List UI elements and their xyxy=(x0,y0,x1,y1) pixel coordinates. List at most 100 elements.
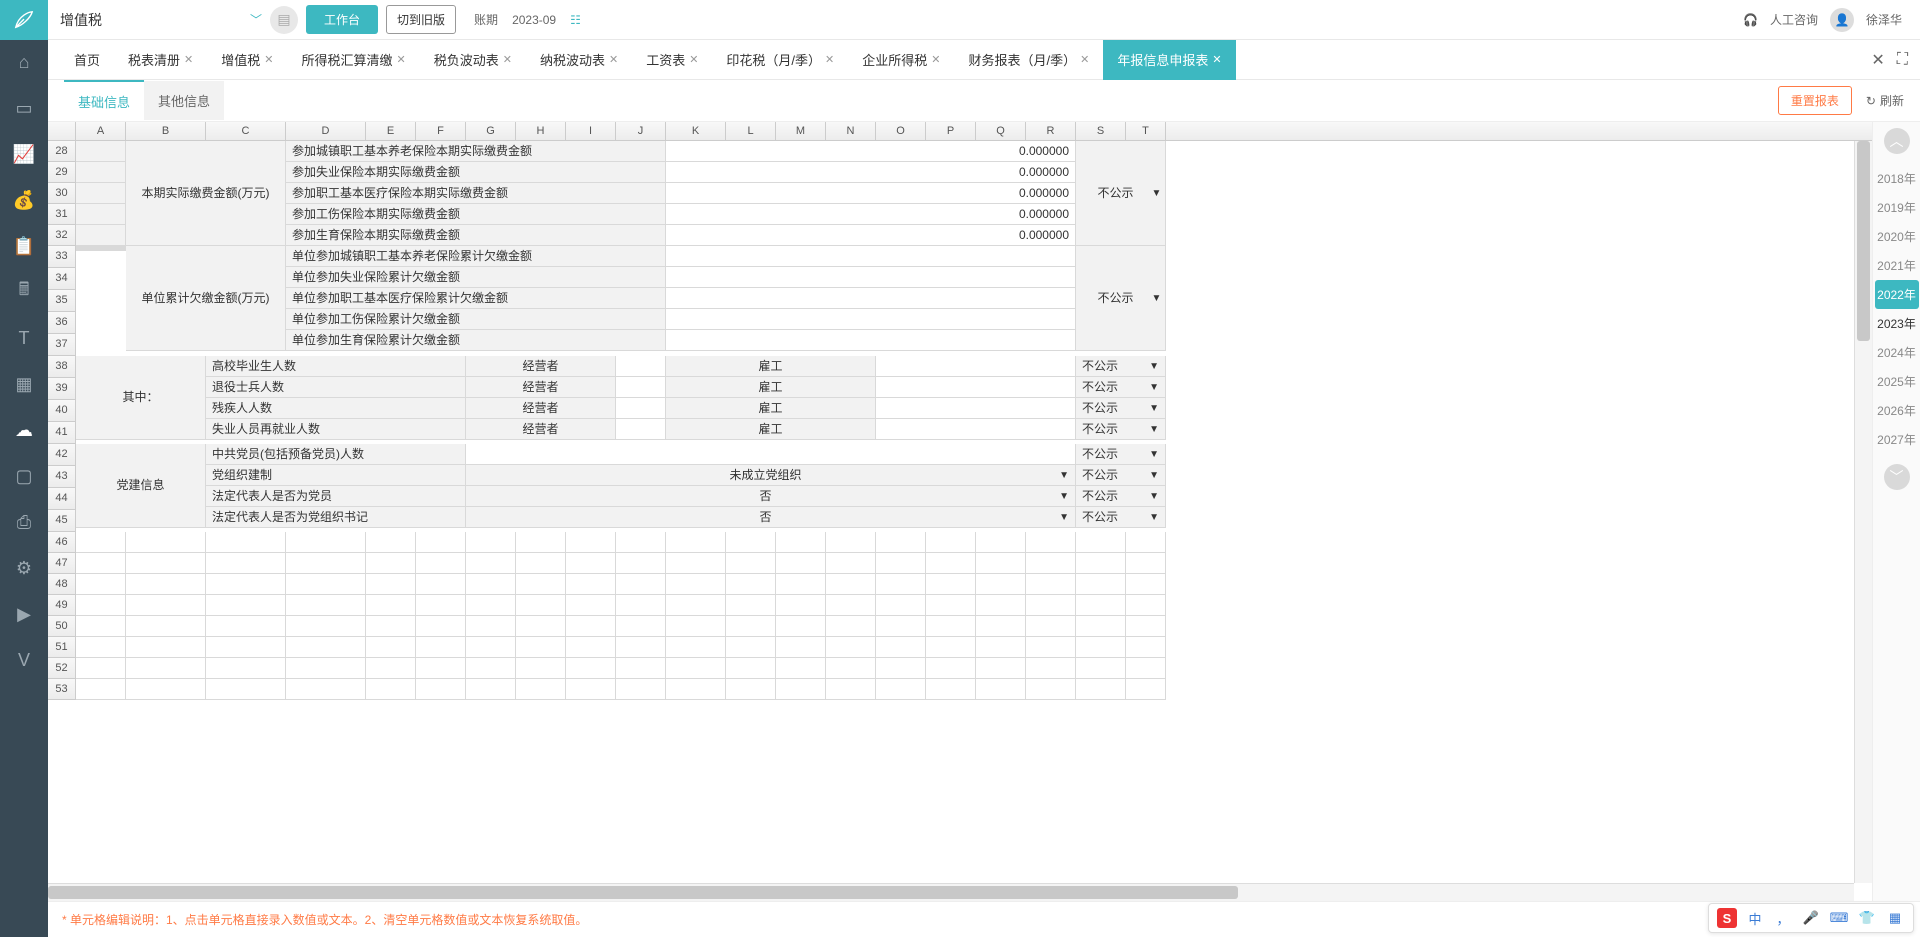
row-header[interactable]: 38 xyxy=(48,356,76,378)
year-2026年[interactable]: 2026年 xyxy=(1875,396,1919,425)
cell[interactable] xyxy=(566,658,616,679)
cell[interactable] xyxy=(1126,616,1166,637)
cell[interactable] xyxy=(366,679,416,700)
cell[interactable] xyxy=(616,398,666,419)
cell[interactable] xyxy=(826,637,876,658)
cell[interactable]: 不公示▼ xyxy=(1076,486,1166,507)
nav-v-icon[interactable]: V xyxy=(12,648,36,672)
nav-font-icon[interactable]: T xyxy=(12,326,36,350)
cell[interactable] xyxy=(876,595,926,616)
cell[interactable] xyxy=(1126,679,1166,700)
cell[interactable]: 高校毕业生人数 xyxy=(206,356,466,377)
cell[interactable] xyxy=(566,637,616,658)
cell[interactable] xyxy=(976,574,1026,595)
cell[interactable] xyxy=(876,398,1076,419)
row-header[interactable]: 45 xyxy=(48,510,76,532)
tab-close-icon[interactable]: ✕ xyxy=(825,53,834,66)
cell[interactable] xyxy=(666,658,726,679)
dropdown-icon[interactable]: ▼ xyxy=(1149,419,1159,440)
ime-zh-icon[interactable]: 中 xyxy=(1745,908,1765,928)
cell[interactable] xyxy=(76,183,126,204)
cell[interactable] xyxy=(466,616,516,637)
tab-close-icon[interactable]: ✕ xyxy=(1212,53,1221,66)
col-header-A[interactable]: A xyxy=(76,122,126,140)
nav-report-icon[interactable]: ▭ xyxy=(12,96,36,120)
cell[interactable] xyxy=(416,532,466,553)
row-header[interactable]: 30 xyxy=(48,183,76,204)
cell[interactable] xyxy=(416,658,466,679)
cell[interactable] xyxy=(876,679,926,700)
cell[interactable] xyxy=(126,658,206,679)
user-name[interactable]: 徐泽华 xyxy=(1866,11,1902,28)
cell[interactable]: 失业人员再就业人数 xyxy=(206,419,466,440)
cell[interactable] xyxy=(826,553,876,574)
row-header[interactable]: 53 xyxy=(48,679,76,700)
col-header-R[interactable]: R xyxy=(1026,122,1076,140)
cell[interactable] xyxy=(206,679,286,700)
cell[interactable] xyxy=(416,553,466,574)
dropdown-icon[interactable]: ▼ xyxy=(1149,398,1159,419)
row-header[interactable]: 42 xyxy=(48,444,76,466)
cell[interactable] xyxy=(76,250,126,251)
period-value[interactable]: 2023-09 xyxy=(512,13,556,27)
tab-5[interactable]: 纳税波动表✕ xyxy=(526,40,632,80)
cell[interactable] xyxy=(416,574,466,595)
chevron-down-icon[interactable]: ﹀ xyxy=(250,11,262,28)
cell[interactable] xyxy=(616,377,666,398)
cell[interactable] xyxy=(1076,595,1126,616)
cell[interactable] xyxy=(1026,595,1076,616)
cell[interactable] xyxy=(126,679,206,700)
cell[interactable] xyxy=(1076,679,1126,700)
row-header[interactable]: 33 xyxy=(48,246,76,268)
col-header-B[interactable]: B xyxy=(126,122,206,140)
nav-gear-icon[interactable]: ⚙ xyxy=(12,556,36,580)
cell[interactable] xyxy=(366,637,416,658)
cell[interactable] xyxy=(726,616,776,637)
cell[interactable]: 法定代表人是否为党员 xyxy=(206,486,466,507)
cell[interactable] xyxy=(1026,658,1076,679)
refresh-button[interactable]: ↻ 刷新 xyxy=(1866,92,1904,109)
cell[interactable]: 0.000000 xyxy=(666,204,1076,225)
year-up-icon[interactable]: ︿ xyxy=(1884,128,1910,154)
horizontal-scrollbar[interactable] xyxy=(48,883,1854,901)
dropdown-icon[interactable]: ▼ xyxy=(1149,444,1159,465)
cell[interactable] xyxy=(876,637,926,658)
cell[interactable] xyxy=(616,419,666,440)
cell[interactable]: 不公示▼ xyxy=(1076,356,1166,377)
cell[interactable] xyxy=(666,553,726,574)
cell[interactable] xyxy=(776,532,826,553)
cell[interactable]: 参加生育保险本期实际缴费金额 xyxy=(286,225,666,246)
dropdown-icon[interactable]: ▼ xyxy=(1149,486,1159,507)
tabs-expand-icon[interactable]: ⛶ xyxy=(1897,51,1908,69)
col-header-J[interactable]: J xyxy=(616,122,666,140)
tab-close-icon[interactable]: ✕ xyxy=(931,53,940,66)
cell[interactable] xyxy=(1076,637,1126,658)
cell[interactable] xyxy=(286,616,366,637)
cell[interactable] xyxy=(726,574,776,595)
col-header-F[interactable]: F xyxy=(416,122,466,140)
cell[interactable] xyxy=(1076,553,1126,574)
cell[interactable] xyxy=(416,616,466,637)
cell[interactable] xyxy=(876,419,1076,440)
nav-home-icon[interactable]: ⌂ xyxy=(12,50,36,74)
tab-close-icon[interactable]: ✕ xyxy=(503,53,512,66)
cell[interactable] xyxy=(616,637,666,658)
row-header[interactable]: 51 xyxy=(48,637,76,658)
tab-close-icon[interactable]: ✕ xyxy=(1080,53,1089,66)
disclose-dropdown[interactable]: 不公示▼ xyxy=(1076,141,1166,246)
cell[interactable]: 不公示▼ xyxy=(1076,377,1166,398)
row-header[interactable]: 48 xyxy=(48,574,76,595)
cell[interactable] xyxy=(76,595,126,616)
cell[interactable] xyxy=(926,658,976,679)
dropdown-icon[interactable]: ▼ xyxy=(1149,507,1159,528)
tab-10[interactable]: 年报信息申报表✕ xyxy=(1103,40,1235,80)
cell[interactable] xyxy=(466,679,516,700)
row-header[interactable]: 41 xyxy=(48,422,76,444)
cell[interactable] xyxy=(466,532,516,553)
cell[interactable] xyxy=(206,637,286,658)
tab-1[interactable]: 税表清册✕ xyxy=(114,40,207,80)
nav-calendar-icon[interactable]: ▦ xyxy=(12,372,36,396)
cell[interactable] xyxy=(926,595,976,616)
avatar[interactable]: 👤 xyxy=(1830,8,1854,32)
cell[interactable] xyxy=(1026,679,1076,700)
